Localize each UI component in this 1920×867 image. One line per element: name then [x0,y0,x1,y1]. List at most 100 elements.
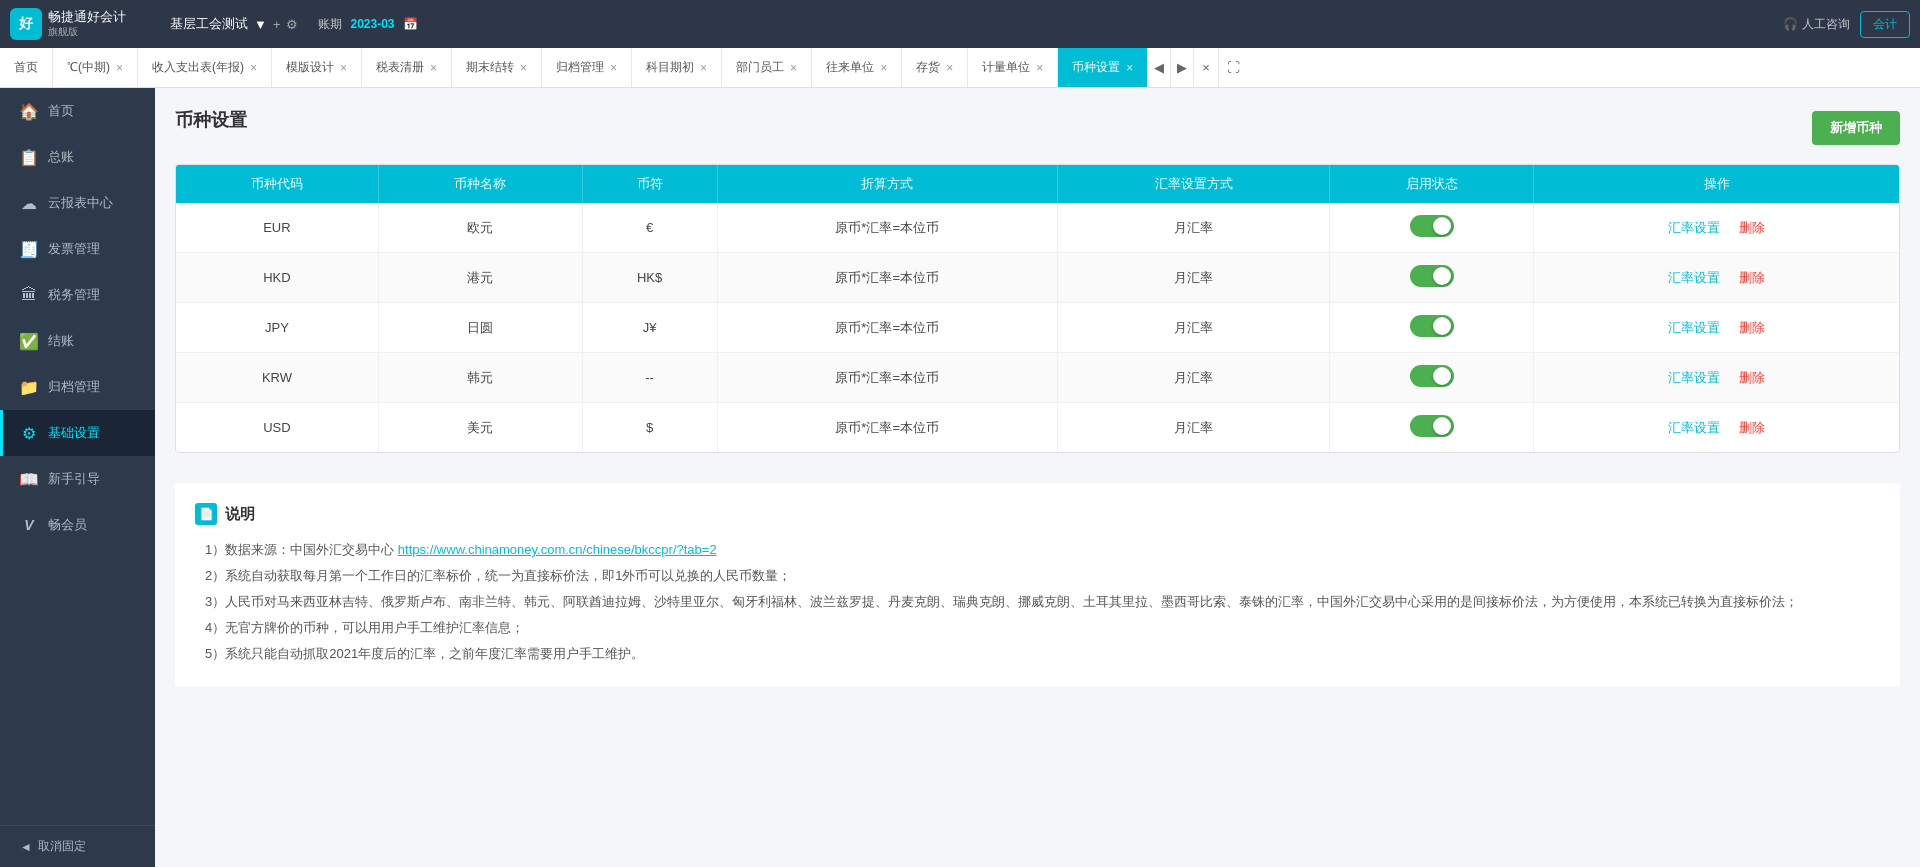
tab-contact[interactable]: 往来单位 × [812,48,902,87]
delete-link-1[interactable]: 删除 [1739,270,1765,285]
sidebar-bottom: ◄ 取消固定 [0,825,155,867]
rate-settings-link-2[interactable]: 汇率设置 [1668,320,1720,335]
cell-symbol-0: € [582,203,717,253]
delete-link-4[interactable]: 删除 [1739,420,1765,435]
notice-item-4: 5）系统只能自动抓取2021年度后的汇率，之前年度汇率需要用户手工维护。 [205,641,1880,667]
new-currency-button[interactable]: 新增币种 [1812,111,1900,145]
notice-icon: 📄 [195,503,217,525]
notice-title-area: 📄 说明 [195,503,1880,525]
delete-link-3[interactable]: 删除 [1739,370,1765,385]
tab-subject-close[interactable]: × [700,61,707,75]
cell-name-0: 欧元 [378,203,582,253]
toggle-knob-0 [1433,217,1451,235]
sidebar: 🏠 首页 📋 总账 ☁ 云报表中心 🧾 发票管理 🏛 税务管理 ✅ 结账 📁 归… [0,88,155,867]
tab-dept[interactable]: 部门员工 × [722,48,812,87]
tab-tax-close[interactable]: × [430,61,437,75]
tab-unit-close[interactable]: × [1036,61,1043,75]
period-value: 2023-03 [350,17,394,31]
notice-item-2: 3）人民币对马来西亚林吉特、俄罗斯卢布、南非兰特、韩元、阿联酋迪拉姆、沙特里亚尔… [205,589,1880,615]
tab-annual[interactable]: 收入支出表(年报) × [138,48,272,87]
tab-template[interactable]: 模版设计 × [272,48,362,87]
settle-icon: ✅ [20,332,38,350]
notice-section: 📄 说明 1）数据来源：中国外汇交易中心 https://www.chinamo… [175,483,1900,687]
title-row: 币种设置 新增币种 [175,108,1900,148]
toggle-switch-3[interactable] [1410,365,1454,387]
cell-name-4: 美元 [378,403,582,453]
tab-archive-label: 归档管理 [556,59,604,76]
tab-template-close[interactable]: × [340,61,347,75]
table-row: USD 美元 $ 原币*汇率=本位币 月汇率 汇率设置 删除 [176,403,1899,453]
toggle-knob-4 [1433,417,1451,435]
tab-close-all[interactable]: × [1194,48,1219,87]
sidebar-pin-button[interactable]: ◄ 取消固定 [0,826,155,867]
help-button[interactable]: 🎧 人工咨询 [1783,16,1850,33]
delete-link-2[interactable]: 删除 [1739,320,1765,335]
rate-settings-link-1[interactable]: 汇率设置 [1668,270,1720,285]
cell-action-0: 汇率设置 删除 [1534,203,1899,253]
cell-symbol-1: HK$ [582,253,717,303]
sidebar-item-tax[interactable]: 🏛 税务管理 [0,272,155,318]
tab-dept-close[interactable]: × [790,61,797,75]
tab-inventory[interactable]: 存货 × [902,48,968,87]
tab-archive-close[interactable]: × [610,61,617,75]
cell-rate-type-4: 月汇率 [1057,403,1329,453]
toggle-switch-0[interactable] [1410,215,1454,237]
org-selector[interactable]: 基层工会测试 ▼ + ⚙ [170,15,298,33]
toggle-switch-2[interactable] [1410,315,1454,337]
notice-link[interactable]: https://www.chinamoney.com.cn/chinese/bk… [398,542,717,557]
table-row: HKD 港元 HK$ 原币*汇率=本位币 月汇率 汇率设置 删除 [176,253,1899,303]
toggle-switch-4[interactable] [1410,415,1454,437]
tab-period-end-close[interactable]: × [520,61,527,75]
settings-icon: ⚙ [20,424,38,442]
period-label: 账期 [318,16,342,33]
tab-currency-close[interactable]: × [1126,61,1133,75]
sidebar-item-home[interactable]: 🏠 首页 [0,88,155,134]
tab-period-end[interactable]: 期末结转 × [452,48,542,87]
tab-archive[interactable]: 归档管理 × [542,48,632,87]
table-row: JPY 日圆 J¥ 原币*汇率=本位币 月汇率 汇率设置 删除 [176,303,1899,353]
tab-nav-prev[interactable]: ◀ [1148,48,1171,87]
sidebar-item-guide[interactable]: 📖 新手引导 [0,456,155,502]
tab-midterm[interactable]: ℃(中期) × [53,48,138,87]
tax-icon: 🏛 [20,286,38,304]
tab-unit[interactable]: 计量单位 × [968,48,1058,87]
delete-link-0[interactable]: 删除 [1739,220,1765,235]
tab-expand[interactable]: ⛶ [1219,48,1248,87]
org-dropdown-icon[interactable]: ▼ [254,17,267,32]
period-area: 账期 2023-03 📅 [318,16,417,33]
sidebar-item-archive[interactable]: 📁 归档管理 [0,364,155,410]
tab-currency[interactable]: 币种设置 × [1058,48,1148,87]
sidebar-item-reports[interactable]: ☁ 云报表中心 [0,180,155,226]
tab-nav-next[interactable]: ▶ [1171,48,1194,87]
sidebar-item-ledger[interactable]: 📋 总账 [0,134,155,180]
tab-midterm-close[interactable]: × [116,61,123,75]
tab-bar: 首页 ℃(中期) × 收入支出表(年报) × 模版设计 × 税表清册 × 期末结… [0,48,1920,88]
cell-rate-type-3: 月汇率 [1057,353,1329,403]
sidebar-label-invoice: 发票管理 [48,240,100,258]
cell-method-1: 原币*汇率=本位币 [717,253,1057,303]
notice-title-text: 说明 [225,505,255,524]
notice-item-3: 4）无官方牌价的币种，可以用用户手工维护汇率信息； [205,615,1880,641]
toggle-switch-1[interactable] [1410,265,1454,287]
cell-name-3: 韩元 [378,353,582,403]
cell-status-1 [1330,253,1534,303]
cell-symbol-2: J¥ [582,303,717,353]
rate-settings-link-3[interactable]: 汇率设置 [1668,370,1720,385]
tab-annual-close[interactable]: × [250,61,257,75]
tab-inventory-close[interactable]: × [946,61,953,75]
cell-method-3: 原币*汇率=本位币 [717,353,1057,403]
tab-contact-close[interactable]: × [880,61,887,75]
rate-settings-link-4[interactable]: 汇率设置 [1668,420,1720,435]
rate-settings-link-0[interactable]: 汇率设置 [1668,220,1720,235]
sidebar-item-settings[interactable]: ⚙ 基础设置 [0,410,155,456]
sidebar-item-member[interactable]: V 畅会员 [0,502,155,548]
calendar-icon[interactable]: 📅 [403,17,418,31]
org-settings-icon[interactable]: ⚙ [286,17,298,32]
tab-tax[interactable]: 税表清册 × [362,48,452,87]
tab-home[interactable]: 首页 [0,48,53,87]
tab-subject[interactable]: 科目期初 × [632,48,722,87]
sidebar-item-settle[interactable]: ✅ 结账 [0,318,155,364]
sidebar-item-invoice[interactable]: 🧾 发票管理 [0,226,155,272]
account-button[interactable]: 会计 [1860,11,1910,38]
org-add-icon[interactable]: + [273,17,281,32]
